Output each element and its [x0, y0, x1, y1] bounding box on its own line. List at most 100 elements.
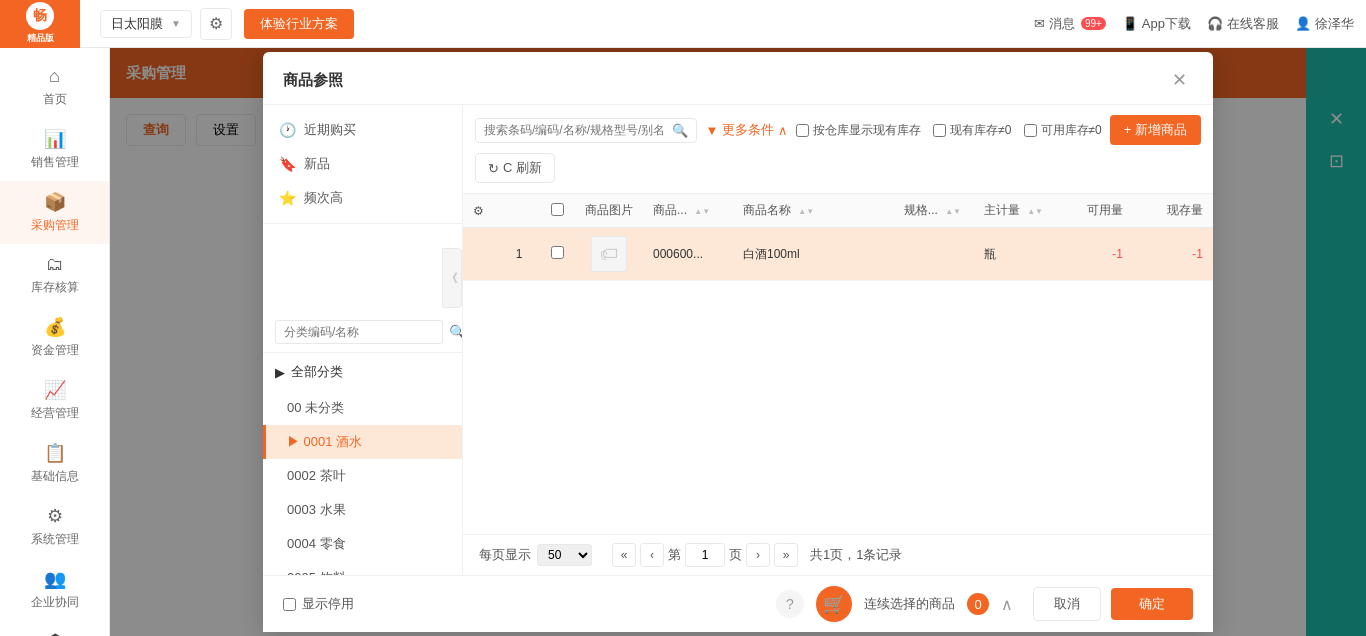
col-product-spec[interactable]: 规格... ▲▼ [894, 194, 974, 228]
col-product-name[interactable]: 商品名称 ▲▼ [733, 194, 894, 228]
quick-item-label: 近期购买 [304, 121, 356, 139]
confirm-button[interactable]: 确定 [1111, 588, 1193, 620]
product-table: ⚙ 商品图片 [463, 194, 1213, 281]
sidebar-item-label: 采购管理 [31, 217, 79, 234]
category-active-label: ▶ 0001 酒水 [287, 434, 362, 449]
col-product-code[interactable]: 商品... ▲▼ [643, 194, 733, 228]
category-item-0001[interactable]: ▶ 0001 酒水 [263, 425, 462, 459]
sales-icon: 📊 [44, 128, 66, 150]
sidebar-item-inventory[interactable]: 🗂 库存核算 [0, 244, 109, 306]
chevron-down-icon: ▼ [171, 18, 181, 29]
company-name: 日太阳膜 [111, 15, 163, 33]
category-item-0005[interactable]: 0005 饮料 [263, 561, 462, 575]
first-page-btn[interactable]: « [612, 543, 636, 567]
col-product-img: 商品图片 [575, 194, 643, 228]
sidebar-item-purchase[interactable]: 📦 采购管理 [0, 181, 109, 244]
filter-btn[interactable]: ▼ 更多条件 ∧ [705, 121, 788, 139]
avail-filter-checkbox[interactable] [1024, 124, 1037, 137]
table-row[interactable]: 1 🏷 00 [463, 228, 1213, 281]
sidebar-item-label: 资金管理 [31, 342, 79, 359]
all-categories-item[interactable]: ▶ 全部分类 [263, 353, 462, 391]
refresh-btn[interactable]: ↻ C 刷新 [475, 153, 555, 183]
show-disabled-checkbox[interactable] [283, 598, 296, 611]
filter-icon: ▼ [705, 123, 718, 138]
sidebar-item-system[interactable]: ⚙ 系统管理 [0, 495, 109, 558]
next-page-btn[interactable]: › [746, 543, 770, 567]
col-product-unit[interactable]: 主计量 ▲▼ [974, 194, 1053, 228]
inventory-icon: 🗂 [46, 254, 64, 275]
warehouse-filter-label[interactable]: 按仓库显示现有库存 [796, 122, 921, 139]
sidebar: ⌂ 首页 📊 销售管理 📦 采购管理 🗂 库存核算 💰 资金管理 📈 经营管理 … [0, 48, 110, 636]
refresh-icon: ↻ [488, 161, 499, 176]
sort-code-icon: ▲▼ [694, 207, 710, 216]
sidebar-item-finance[interactable]: 💰 资金管理 [0, 306, 109, 369]
category-item-00[interactable]: 00 未分类 [263, 391, 462, 425]
per-page-select[interactable]: 50 100 200 [537, 544, 592, 566]
add-product-button[interactable]: + 新增商品 [1110, 115, 1201, 145]
category-item-0003[interactable]: 0003 水果 [263, 493, 462, 527]
last-page-btn[interactable]: » [774, 543, 798, 567]
help-icon[interactable]: ? [776, 590, 804, 618]
row-checkbox[interactable] [551, 246, 564, 259]
select-all-checkbox[interactable] [551, 203, 564, 216]
sidebar-item-operations[interactable]: 📈 经营管理 [0, 369, 109, 432]
page-label: 第 [668, 546, 681, 564]
expand-cart-btn[interactable]: ∧ [1001, 595, 1013, 614]
col-settings[interactable]: ⚙ [463, 194, 499, 228]
layout: ⌂ 首页 📊 销售管理 📦 采购管理 🗂 库存核算 💰 资金管理 📈 经营管理 … [0, 48, 1366, 636]
quick-item-recent[interactable]: 🕐 近期购买 [263, 113, 462, 147]
user-profile[interactable]: 👤 徐泽华 [1295, 15, 1354, 33]
collapse-panel-btn[interactable]: 《 [442, 248, 462, 308]
category-search-icon[interactable]: 🔍 [449, 324, 463, 340]
navbar-right: ✉ 消息 99 📱 App下载 🎧 在线客服 👤 徐泽华 [1034, 15, 1354, 33]
cart-btn[interactable]: 🛒 [816, 586, 852, 622]
product-search-input[interactable] [484, 123, 666, 137]
company-selector[interactable]: 日太阳膜 ▼ [100, 10, 192, 38]
modal-header: 商品参照 ✕ [263, 52, 1213, 105]
show-disabled-area: 显示停用 [283, 595, 354, 613]
message-btn[interactable]: ✉ 消息 99 [1034, 15, 1106, 33]
cancel-button[interactable]: 取消 [1033, 587, 1101, 621]
warehouse-filter-checkbox[interactable] [796, 124, 809, 137]
avatar: 👤 [1295, 16, 1311, 31]
cart-count: 0 [967, 593, 989, 615]
row-img: 🏷 [575, 228, 643, 281]
quick-item-frequent[interactable]: ⭐ 频次高 [263, 181, 462, 215]
per-page-selector: 每页显示 50 100 200 [479, 544, 592, 566]
prev-page-btn[interactable]: ‹ [640, 543, 664, 567]
row-gear [463, 228, 499, 281]
sidebar-item-corp[interactable]: 👥 企业协同 [0, 558, 109, 621]
sidebar-item-basic-info[interactable]: 📋 基础信息 [0, 432, 109, 495]
sidebar-item-label: 基础信息 [31, 468, 79, 485]
category-item-0002[interactable]: 0002 茶叶 [263, 459, 462, 493]
category-search-input[interactable] [275, 320, 443, 344]
sidebar-item-label: 销售管理 [31, 154, 79, 171]
app-download-btn[interactable]: 📱 App下载 [1122, 15, 1191, 33]
modal-close-button[interactable]: ✕ [1165, 66, 1193, 94]
info-icon: 📋 [44, 442, 66, 464]
quick-item-new[interactable]: 🔖 新品 [263, 147, 462, 181]
category-item-0004[interactable]: 0004 零食 [263, 527, 462, 561]
navbar: 畅 精品版 日太阳膜 ▼ ⚙ 体验行业方案 ✉ 消息 99 📱 App下载 🎧 … [0, 0, 1366, 48]
stock-filter-checkbox[interactable] [933, 124, 946, 137]
service-btn[interactable]: 🎧 在线客服 [1207, 15, 1279, 33]
product-table-wrap: ⚙ 商品图片 [463, 194, 1213, 534]
product-search-box[interactable]: 🔍 [475, 118, 697, 143]
page-input[interactable] [685, 543, 725, 567]
modal-body: 🕐 近期购买 🔖 新品 ⭐ 频次高 [263, 105, 1213, 575]
col-index [499, 194, 539, 228]
modal-left-panel: 🕐 近期购买 🔖 新品 ⭐ 频次高 [263, 105, 463, 575]
stock-filter-label[interactable]: 现有库存≠0 [933, 122, 1011, 139]
sidebar-item-sales[interactable]: 📊 销售管理 [0, 118, 109, 181]
avail-filter-label[interactable]: 可用库存≠0 [1024, 122, 1102, 139]
sidebar-item-guide[interactable]: 🎓 新手引导 [0, 621, 109, 636]
experience-btn[interactable]: 体验行业方案 [244, 9, 354, 39]
row-check[interactable] [539, 228, 575, 281]
clock-icon: 🕐 [279, 122, 296, 138]
finance-icon: 💰 [44, 316, 66, 338]
logo[interactable]: 畅 精品版 [0, 0, 80, 48]
settings-icon[interactable]: ⚙ [200, 8, 232, 40]
row-name: 白酒100ml [733, 228, 894, 281]
sidebar-item-home[interactable]: ⌂ 首页 [0, 56, 109, 118]
modal-title: 商品参照 [283, 71, 343, 90]
